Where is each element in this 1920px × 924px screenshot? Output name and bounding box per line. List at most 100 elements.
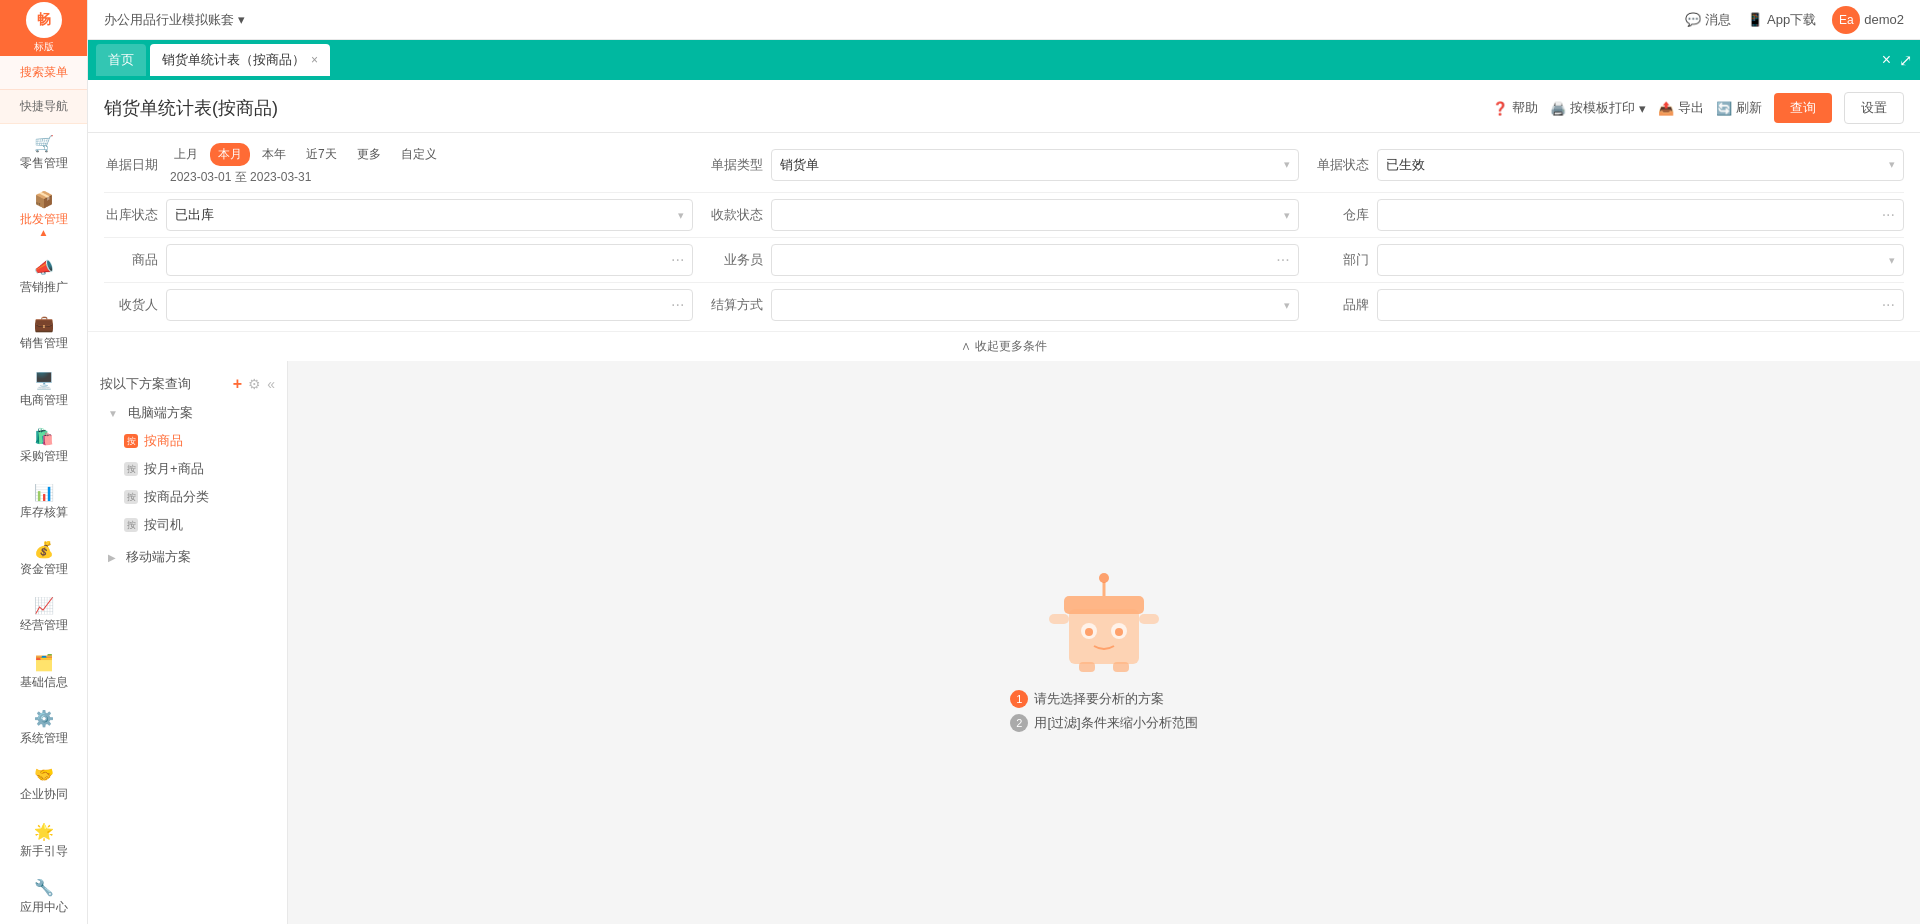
- salesperson-input[interactable]: ···: [771, 244, 1298, 276]
- collection-status-select[interactable]: ▾: [771, 199, 1298, 231]
- consignee-col: 收货人 ···: [104, 289, 693, 321]
- doc-status-select[interactable]: 已生效 ▾: [1377, 149, 1904, 181]
- tab-home[interactable]: 首页: [96, 44, 146, 76]
- goods-input[interactable]: ···: [166, 244, 693, 276]
- sidebar-item-sales[interactable]: 💼 销售管理: [0, 304, 87, 360]
- sidebar-item-basic[interactable]: 🗂️ 基础信息: [0, 643, 87, 699]
- tree-group-mobile[interactable]: ▶ 移动端方案: [88, 543, 287, 571]
- sidebar-item-retail[interactable]: 🛒 零售管理: [0, 124, 87, 180]
- right-panel: 1 请先选择要分析的方案 2 用[过滤]条件来缩小分析范围: [288, 361, 1920, 924]
- collapse-panel-btn[interactable]: «: [267, 376, 275, 392]
- doc-status-dropdown-icon: ▾: [1889, 158, 1895, 171]
- empty-state: 1 请先选择要分析的方案 2 用[过滤]条件来缩小分析范围: [1010, 554, 1197, 732]
- sidebar-item-purchase[interactable]: 🛍️ 采购管理: [0, 417, 87, 473]
- sidebar-item-marketing[interactable]: 📣 营销推广: [0, 248, 87, 304]
- content-body: 按以下方案查询 + ⚙ « ▼ 电脑端方案 按 按商品: [88, 361, 1920, 924]
- date-7days-btn[interactable]: 近7天: [298, 143, 345, 166]
- out-status-select[interactable]: 已出库 ▾: [166, 199, 693, 231]
- collapse-bar[interactable]: ∧ 收起更多条件: [88, 331, 1920, 361]
- export-btn[interactable]: 📤 导出: [1658, 99, 1704, 117]
- out-status-label: 出库状态: [104, 206, 158, 224]
- system-icon: ⚙️: [34, 709, 54, 728]
- sidebar-item-inventory[interactable]: 📊 库存核算: [0, 473, 87, 529]
- sidebar-item-basic-label: 基础信息: [20, 675, 68, 689]
- warehouse-dots[interactable]: ···: [1882, 206, 1895, 224]
- add-scheme-btn[interactable]: +: [233, 375, 242, 393]
- tab-close-btn[interactable]: ×: [311, 53, 318, 67]
- doc-type-value: 销货单: [780, 156, 819, 174]
- sidebar-item-enterprise[interactable]: 🤝 企业协同: [0, 755, 87, 811]
- tree-group-pc[interactable]: ▼ 电脑端方案: [88, 399, 287, 427]
- filter-row-1: 单据日期 上月 本月 本年 近7天 更多 自定义 2023-03-01 至 20…: [104, 143, 1904, 186]
- filter-row-4: 收货人 ··· 结算方式 ▾ 品牌: [104, 289, 1904, 321]
- tab-active[interactable]: 销货单统计表（按商品） ×: [150, 44, 330, 76]
- sidebar-item-sales-label: 销售管理: [20, 336, 68, 350]
- message-btn[interactable]: 💬 消息: [1685, 11, 1731, 29]
- app-download-btn[interactable]: 📱 App下载: [1747, 11, 1816, 29]
- brand-input[interactable]: ···: [1377, 289, 1904, 321]
- hint-text-2: 用[过滤]条件来缩小分析范围: [1034, 714, 1197, 732]
- left-panel-header: 按以下方案查询 + ⚙ «: [88, 369, 287, 399]
- warehouse-label: 仓库: [1315, 206, 1369, 224]
- logo-area[interactable]: 畅 标版: [0, 0, 87, 56]
- page-title: 销货单统计表(按商品): [104, 96, 278, 120]
- left-panel: 按以下方案查询 + ⚙ « ▼ 电脑端方案 按 按商品: [88, 361, 288, 924]
- salesperson-dots[interactable]: ···: [1276, 251, 1289, 269]
- consignee-dots[interactable]: ···: [671, 296, 684, 314]
- sidebar-nav-label: 快捷导航: [5, 98, 82, 115]
- dept-select[interactable]: ▾: [1377, 244, 1904, 276]
- settings-scheme-btn[interactable]: ⚙: [248, 376, 261, 392]
- warehouse-input[interactable]: ···: [1377, 199, 1904, 231]
- user-name: demo2: [1864, 12, 1904, 27]
- doc-type-select[interactable]: 销货单 ▾: [771, 149, 1298, 181]
- sidebar: 畅 标版 搜索菜单 快捷导航 🛒 零售管理 📦 批发管理 ▲ 📣 营销推广 💼 …: [0, 0, 88, 924]
- user-info[interactable]: Ea demo2: [1832, 6, 1904, 34]
- warehouse-col: 仓库 ···: [1315, 199, 1904, 231]
- doc-status-col: 单据状态 已生效 ▾: [1315, 143, 1904, 186]
- tree-item-by-goods[interactable]: 按 按商品: [88, 427, 287, 455]
- tree-item-by-month-goods[interactable]: 按 按月+商品: [88, 455, 287, 483]
- brand-dots[interactable]: ···: [1882, 296, 1895, 314]
- refresh-label: 刷新: [1736, 99, 1762, 117]
- tab-maximize-btn[interactable]: ⤢: [1899, 51, 1912, 70]
- newbie-icon: 🌟: [34, 822, 54, 841]
- date-prev-month-btn[interactable]: 上月: [166, 143, 206, 166]
- tab-home-label: 首页: [108, 51, 134, 69]
- tree-item-by-goods-category[interactable]: 按 按商品分类: [88, 483, 287, 511]
- tabs-bar: 首页 销货单统计表（按商品） × × ⤢: [88, 40, 1920, 80]
- header-right: 💬 消息 📱 App下载 Ea demo2: [1685, 6, 1904, 34]
- sidebar-nav[interactable]: 快捷导航: [0, 90, 87, 124]
- sidebar-item-newbie[interactable]: 🌟 新手引导: [0, 812, 87, 868]
- help-btn[interactable]: ❓ 帮助: [1492, 99, 1538, 117]
- settings-btn[interactable]: 设置: [1844, 92, 1904, 124]
- date-current-month-btn[interactable]: 本月: [210, 143, 250, 166]
- refresh-btn[interactable]: 🔄 刷新: [1716, 99, 1762, 117]
- sidebar-item-system[interactable]: ⚙️ 系统管理: [0, 699, 87, 755]
- payment-select[interactable]: ▾: [771, 289, 1298, 321]
- left-panel-actions: + ⚙ «: [233, 375, 275, 393]
- logo-icon: 畅: [26, 2, 62, 38]
- date-more-btn[interactable]: 更多: [349, 143, 389, 166]
- consignee-input[interactable]: ···: [166, 289, 693, 321]
- tabs-right: × ⤢: [1882, 51, 1912, 70]
- wholesale-icon: 📦: [34, 190, 54, 209]
- print-btn[interactable]: 🖨️ 按模板打印 ▾: [1550, 99, 1646, 117]
- tree-item-by-customer[interactable]: 按 按司机: [88, 511, 287, 539]
- tab-close-window-btn[interactable]: ×: [1882, 51, 1891, 69]
- sidebar-item-operations[interactable]: 📈 经营管理: [0, 586, 87, 642]
- sidebar-item-apps[interactable]: 🔧 应用中心: [0, 868, 87, 924]
- sidebar-menu: 搜索菜单 快捷导航 🛒 零售管理 📦 批发管理 ▲ 📣 营销推广 💼 销售管理 …: [0, 56, 87, 924]
- date-current-year-btn[interactable]: 本年: [254, 143, 294, 166]
- workspace-dropdown[interactable]: 办公用品行业模拟账套 ▾: [104, 11, 245, 29]
- enterprise-icon: 🤝: [34, 765, 54, 784]
- message-label: 消息: [1705, 11, 1731, 29]
- sidebar-item-finance[interactable]: 💰 资金管理: [0, 530, 87, 586]
- consignee-label: 收货人: [104, 296, 158, 314]
- query-btn[interactable]: 查询: [1774, 93, 1832, 123]
- date-custom-btn[interactable]: 自定义: [393, 143, 445, 166]
- sidebar-search[interactable]: 搜索菜单: [0, 56, 87, 90]
- sidebar-search-label: 搜索菜单: [5, 64, 82, 81]
- sidebar-item-wholesale[interactable]: 📦 批发管理 ▲: [0, 180, 87, 247]
- sidebar-item-ecommerce[interactable]: 🖥️ 电商管理: [0, 361, 87, 417]
- goods-dots[interactable]: ···: [671, 251, 684, 269]
